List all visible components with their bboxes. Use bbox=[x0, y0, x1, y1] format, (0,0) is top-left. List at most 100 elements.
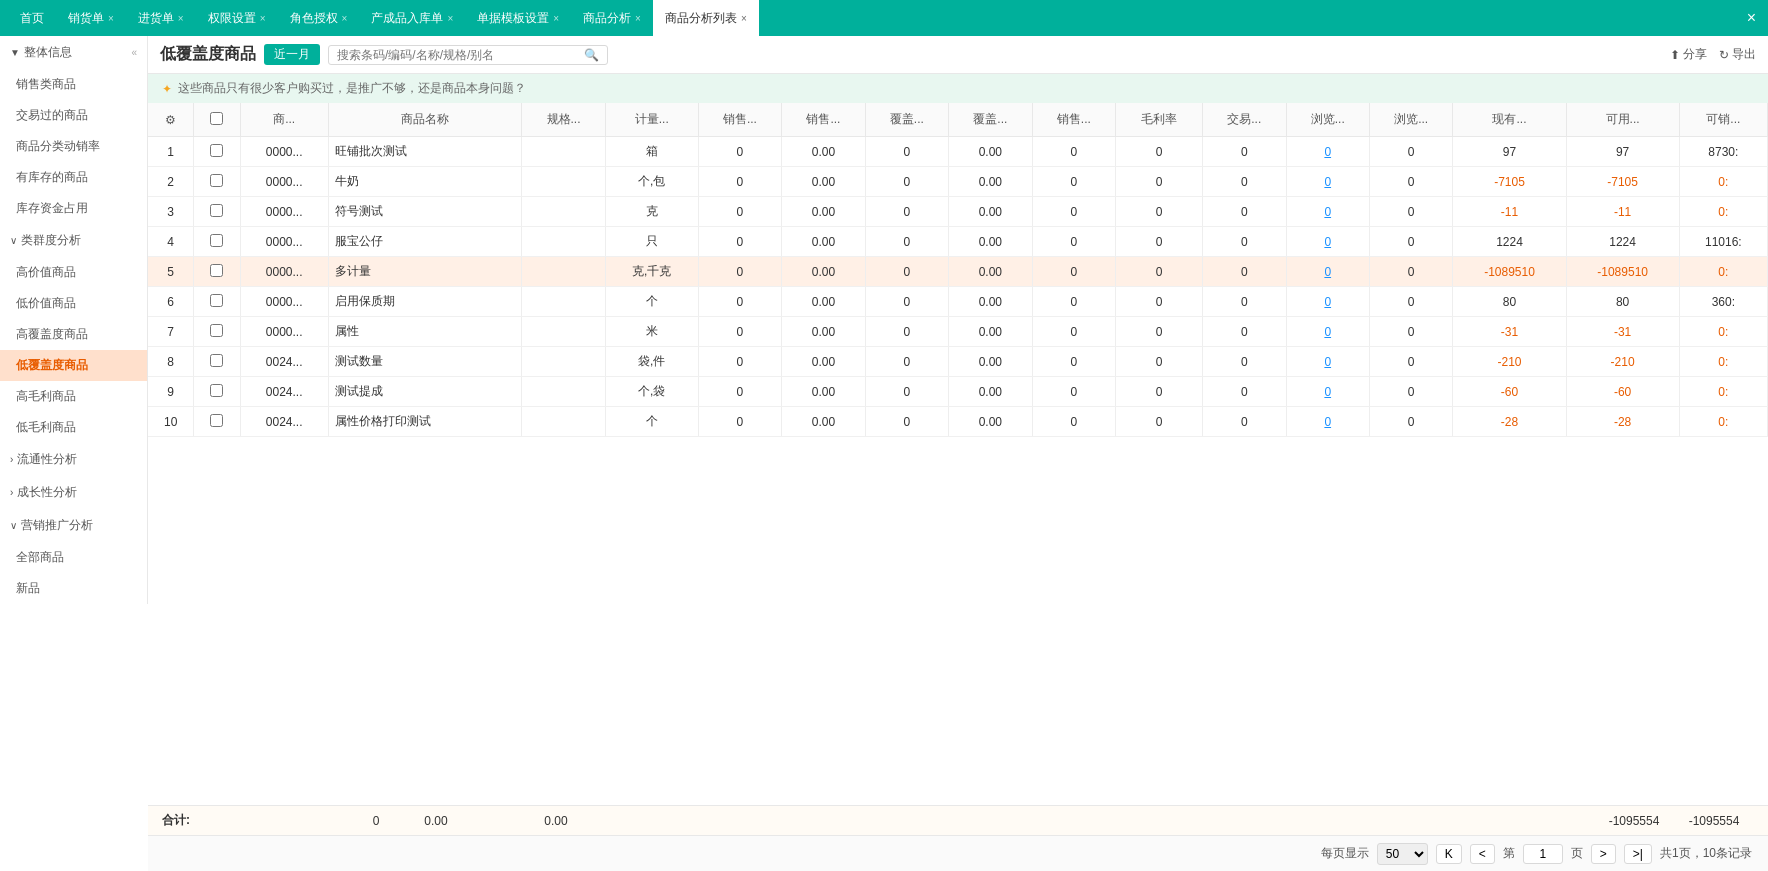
col-check-all[interactable] bbox=[194, 103, 240, 137]
sidebar-item-traded-goods[interactable]: 交易过的商品 bbox=[0, 100, 147, 131]
nav-purchase-order[interactable]: 进货单 × bbox=[126, 0, 196, 36]
export-button[interactable]: ↻ 导出 bbox=[1719, 46, 1756, 63]
footer-coverage2: 0.00 bbox=[526, 814, 586, 828]
row-browse1[interactable]: 0 bbox=[1286, 137, 1369, 167]
nav-close-purchase[interactable]: × bbox=[178, 13, 184, 24]
table-container[interactable]: ⚙ 商... 商品名称 规格... 计量... 销售... 销售... 覆盖..… bbox=[148, 103, 1768, 805]
row-browse1[interactable]: 0 bbox=[1286, 227, 1369, 257]
nav-sales-order[interactable]: 销货单 × bbox=[56, 0, 126, 36]
export-icon: ↻ bbox=[1719, 48, 1729, 62]
next-page-btn[interactable]: > bbox=[1591, 844, 1616, 864]
page-size-select[interactable]: 10 20 50 100 bbox=[1377, 843, 1428, 865]
row-gross-margin: 0 bbox=[1116, 197, 1203, 227]
sidebar-item-category-rate[interactable]: 商品分类动销率 bbox=[0, 131, 147, 162]
table-row: 1 0000... 旺铺批次测试 箱 0 0.00 0 0.00 0 0 0 0… bbox=[148, 137, 1768, 167]
row-sellable: 360: bbox=[1679, 287, 1767, 317]
row-coverage2: 0.00 bbox=[949, 287, 1032, 317]
row-checkbox[interactable] bbox=[194, 197, 240, 227]
sidebar-item-sales-goods[interactable]: 销售类商品 bbox=[0, 69, 147, 100]
sidebar-section-overview[interactable]: ▼ 整体信息 « bbox=[0, 36, 147, 69]
nav-home[interactable]: 首页 bbox=[8, 0, 56, 36]
nav-product-analysis[interactable]: 商品分析 × bbox=[571, 0, 653, 36]
sidebar-item-high-coverage[interactable]: 高覆盖度商品 bbox=[0, 319, 147, 350]
sidebar-item-low-coverage[interactable]: 低覆盖度商品 bbox=[0, 350, 147, 381]
sidebar-section-marketing[interactable]: ∨ 营销推广分析 bbox=[0, 509, 147, 542]
row-browse2: 0 bbox=[1369, 347, 1452, 377]
row-browse1[interactable]: 0 bbox=[1286, 197, 1369, 227]
row-checkbox[interactable] bbox=[194, 377, 240, 407]
row-unit: 箱 bbox=[605, 137, 698, 167]
row-checkbox[interactable] bbox=[194, 137, 240, 167]
sidebar-item-all-goods[interactable]: 全部商品 bbox=[0, 542, 147, 573]
section-arrow-marketing: ∨ bbox=[10, 520, 17, 531]
search-icon[interactable]: 🔍 bbox=[584, 48, 599, 62]
row-checkbox[interactable] bbox=[194, 227, 240, 257]
row-no: 10 bbox=[148, 407, 194, 437]
last-page-btn[interactable]: >| bbox=[1624, 844, 1652, 864]
row-current-stock: 1224 bbox=[1453, 227, 1566, 257]
nav-product-storage[interactable]: 产成品入库单 × bbox=[359, 0, 465, 36]
nav-close-sales[interactable]: × bbox=[108, 13, 114, 24]
search-input[interactable] bbox=[337, 48, 584, 62]
sidebar-item-new-goods[interactable]: 新品 bbox=[0, 573, 147, 604]
first-page-btn[interactable]: K bbox=[1436, 844, 1462, 864]
row-coverage1: 0 bbox=[865, 377, 948, 407]
sidebar-item-low-value[interactable]: 低价值商品 bbox=[0, 288, 147, 319]
nav-product-analysis-list[interactable]: 商品分析列表 × bbox=[653, 0, 759, 36]
nav-close-analysis-list[interactable]: × bbox=[741, 13, 747, 24]
row-unit: 米 bbox=[605, 317, 698, 347]
nav-close-template[interactable]: × bbox=[553, 13, 559, 24]
row-code: 0000... bbox=[240, 317, 328, 347]
nav-close-analysis[interactable]: × bbox=[635, 13, 641, 24]
row-code: 0000... bbox=[240, 227, 328, 257]
row-checkbox[interactable] bbox=[194, 317, 240, 347]
row-checkbox[interactable] bbox=[194, 347, 240, 377]
nav-close-storage[interactable]: × bbox=[447, 13, 453, 24]
row-code: 0000... bbox=[240, 167, 328, 197]
row-name: 服宝公仔 bbox=[328, 227, 522, 257]
row-current-stock: -28 bbox=[1453, 407, 1566, 437]
col-settings[interactable]: ⚙ bbox=[148, 103, 194, 137]
share-button[interactable]: ⬆ 分享 bbox=[1670, 46, 1707, 63]
sidebar-item-high-margin[interactable]: 高毛利商品 bbox=[0, 381, 147, 412]
time-filter-button[interactable]: 近一月 bbox=[264, 44, 320, 65]
row-checkbox[interactable] bbox=[194, 407, 240, 437]
nav-close-all-btn[interactable]: × bbox=[1747, 10, 1756, 26]
row-current-stock: -7105 bbox=[1453, 167, 1566, 197]
nav-close-permissions[interactable]: × bbox=[260, 13, 266, 24]
sidebar-item-stock-capital[interactable]: 库存资金占用 bbox=[0, 193, 147, 224]
row-browse1[interactable]: 0 bbox=[1286, 347, 1369, 377]
sidebar-section-growth[interactable]: › 成长性分析 bbox=[0, 476, 147, 509]
row-spec bbox=[522, 347, 605, 377]
row-checkbox[interactable] bbox=[194, 167, 240, 197]
prev-page-btn[interactable]: < bbox=[1470, 844, 1495, 864]
row-code: 0024... bbox=[240, 347, 328, 377]
nav-template-settings[interactable]: 单据模板设置 × bbox=[465, 0, 571, 36]
col-code-header: 商... bbox=[240, 103, 328, 137]
sidebar-item-stocked-goods[interactable]: 有库存的商品 bbox=[0, 162, 147, 193]
row-browse1[interactable]: 0 bbox=[1286, 167, 1369, 197]
row-spec bbox=[522, 377, 605, 407]
nav-permissions[interactable]: 权限设置 × bbox=[196, 0, 278, 36]
row-checkbox[interactable] bbox=[194, 257, 240, 287]
nav-role-auth[interactable]: 角色授权 × bbox=[278, 0, 360, 36]
row-browse1[interactable]: 0 bbox=[1286, 317, 1369, 347]
row-spec bbox=[522, 287, 605, 317]
row-available: 80 bbox=[1566, 287, 1679, 317]
nav-close-role[interactable]: × bbox=[342, 13, 348, 24]
sidebar-section-flow[interactable]: › 流通性分析 bbox=[0, 443, 147, 476]
check-all-checkbox[interactable] bbox=[210, 112, 223, 125]
page-number-input[interactable] bbox=[1523, 844, 1563, 864]
row-browse1[interactable]: 0 bbox=[1286, 287, 1369, 317]
sidebar-collapse-icon[interactable]: « bbox=[131, 47, 137, 58]
row-browse1[interactable]: 0 bbox=[1286, 377, 1369, 407]
row-checkbox[interactable] bbox=[194, 287, 240, 317]
sidebar-item-low-margin[interactable]: 低毛利商品 bbox=[0, 412, 147, 443]
row-browse1[interactable]: 0 bbox=[1286, 257, 1369, 287]
sidebar-section-cluster[interactable]: ∨ 类群度分析 bbox=[0, 224, 147, 257]
row-browse1[interactable]: 0 bbox=[1286, 407, 1369, 437]
table-row: 3 0000... 符号测试 克 0 0.00 0 0.00 0 0 0 0 0… bbox=[148, 197, 1768, 227]
row-name: 符号测试 bbox=[328, 197, 522, 227]
sidebar-item-high-value[interactable]: 高价值商品 bbox=[0, 257, 147, 288]
row-transaction: 0 bbox=[1203, 407, 1286, 437]
